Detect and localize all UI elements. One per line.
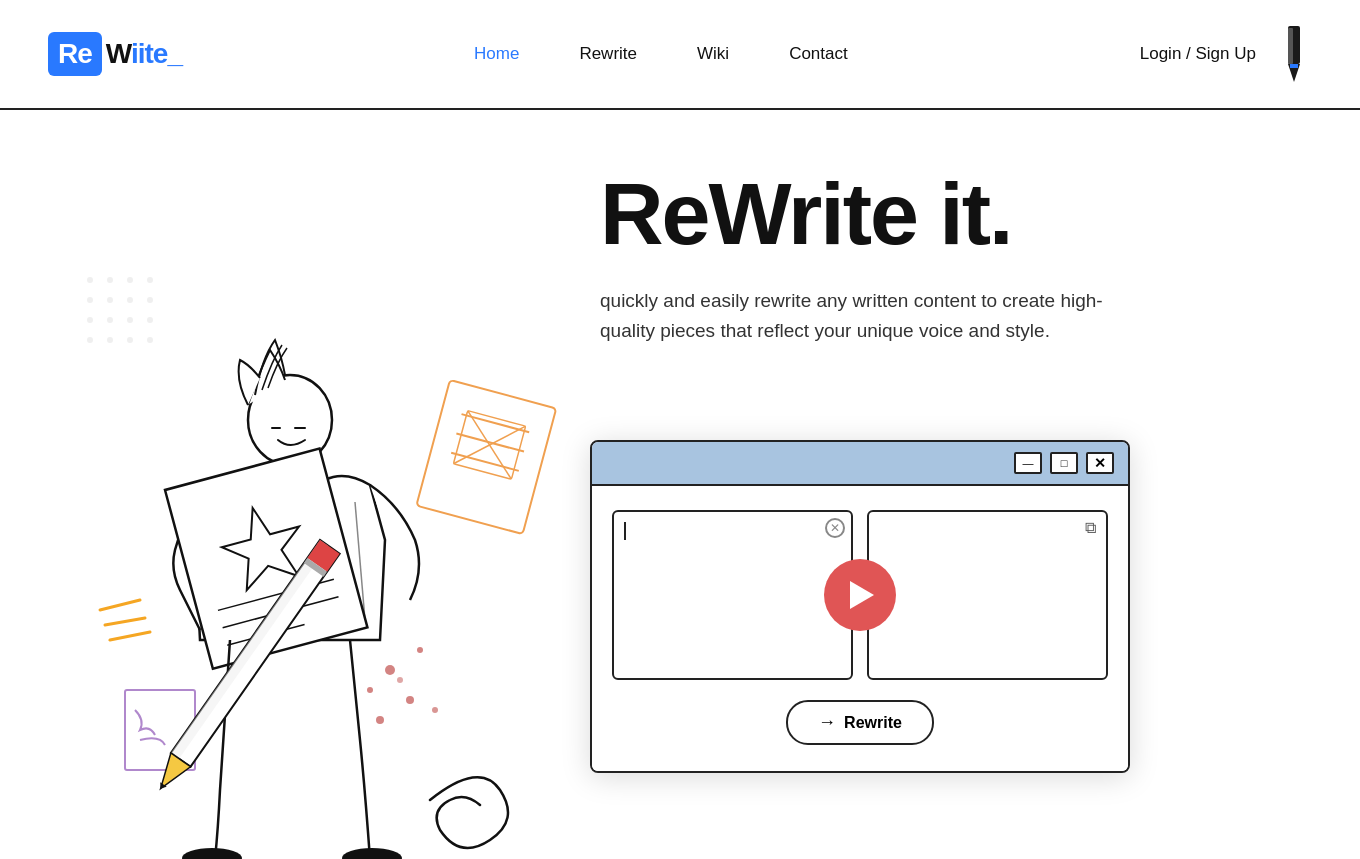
- maximize-button[interactable]: □: [1050, 452, 1078, 474]
- svg-line-23: [451, 453, 519, 471]
- login-signup-link[interactable]: Login / Sign Up: [1140, 44, 1256, 64]
- app-titlebar: — □ ✕: [592, 442, 1128, 486]
- nav-item-wiki[interactable]: Wiki: [697, 44, 729, 64]
- close-icon: ✕: [1094, 455, 1106, 471]
- content-side: ReWrite it. quickly and easily rewrite a…: [600, 110, 1360, 859]
- nav-link-wiki[interactable]: Wiki: [697, 44, 729, 63]
- svg-line-28: [100, 600, 140, 610]
- output-textarea: ⧉: [867, 510, 1108, 680]
- clear-input-button[interactable]: ✕: [825, 518, 845, 538]
- svg-line-29: [105, 618, 145, 625]
- rewrite-button[interactable]: → Rewrite: [786, 700, 934, 745]
- copy-output-button[interactable]: ⧉: [1080, 518, 1100, 538]
- close-button[interactable]: ✕: [1086, 452, 1114, 474]
- text-cursor: [624, 522, 626, 540]
- nav-link-rewrite[interactable]: Rewrite: [579, 44, 637, 63]
- logo-write: Wiite_: [106, 38, 182, 70]
- copy-icon: ⧉: [1085, 519, 1096, 537]
- rewrite-button-row: → Rewrite: [612, 696, 1108, 751]
- svg-rect-3: [1290, 64, 1298, 68]
- play-button[interactable]: [824, 559, 896, 631]
- minimize-button[interactable]: —: [1014, 452, 1042, 474]
- svg-rect-2: [1288, 28, 1293, 64]
- app-window: — □ ✕ ✕: [590, 440, 1130, 773]
- nav-item-rewrite[interactable]: Rewrite: [579, 44, 637, 64]
- minimize-icon: —: [1023, 457, 1034, 469]
- navbar: Re Wiite_ Home Rewrite Wiki Contact Logi…: [0, 0, 1360, 110]
- svg-point-37: [432, 707, 438, 713]
- arrow-icon: →: [818, 712, 836, 733]
- clear-icon: ✕: [830, 521, 840, 535]
- play-icon: [850, 581, 874, 609]
- maximize-icon: □: [1061, 457, 1068, 469]
- logo-re: Re: [48, 32, 102, 76]
- svg-line-30: [110, 632, 150, 640]
- nav-item-contact[interactable]: Contact: [789, 44, 848, 64]
- svg-point-36: [397, 677, 403, 683]
- text-areas-row: ✕ ⧉: [612, 510, 1108, 680]
- nav-links: Home Rewrite Wiki Contact: [474, 44, 848, 64]
- svg-point-32: [406, 696, 414, 704]
- svg-line-22: [456, 433, 524, 451]
- nav-link-home[interactable]: Home: [474, 44, 519, 63]
- app-body: ✕ ⧉ →: [592, 486, 1128, 771]
- input-textarea[interactable]: ✕: [612, 510, 853, 680]
- nav-item-home[interactable]: Home: [474, 44, 519, 64]
- svg-point-33: [376, 716, 384, 724]
- svg-point-52: [182, 848, 242, 859]
- svg-point-31: [385, 665, 395, 675]
- hero-subtitle: quickly and easily rewrite any written c…: [600, 286, 1140, 347]
- svg-point-53: [342, 848, 402, 859]
- nav-link-contact[interactable]: Contact: [789, 44, 848, 63]
- nav-right: Login / Sign Up: [1140, 26, 1312, 82]
- svg-rect-20: [416, 380, 556, 534]
- hero-title: ReWrite it.: [600, 170, 1360, 258]
- svg-point-35: [367, 687, 373, 693]
- main-content: ReWrite it. quickly and easily rewrite a…: [0, 110, 1360, 859]
- illustration-side: [0, 110, 600, 859]
- rewrite-button-label: Rewrite: [844, 714, 902, 732]
- hero-illustration: [0, 110, 600, 859]
- pen-icon: [1276, 26, 1312, 82]
- logo[interactable]: Re Wiite_: [48, 32, 182, 76]
- logo-write-i: i: [131, 38, 138, 69]
- svg-point-34: [417, 647, 423, 653]
